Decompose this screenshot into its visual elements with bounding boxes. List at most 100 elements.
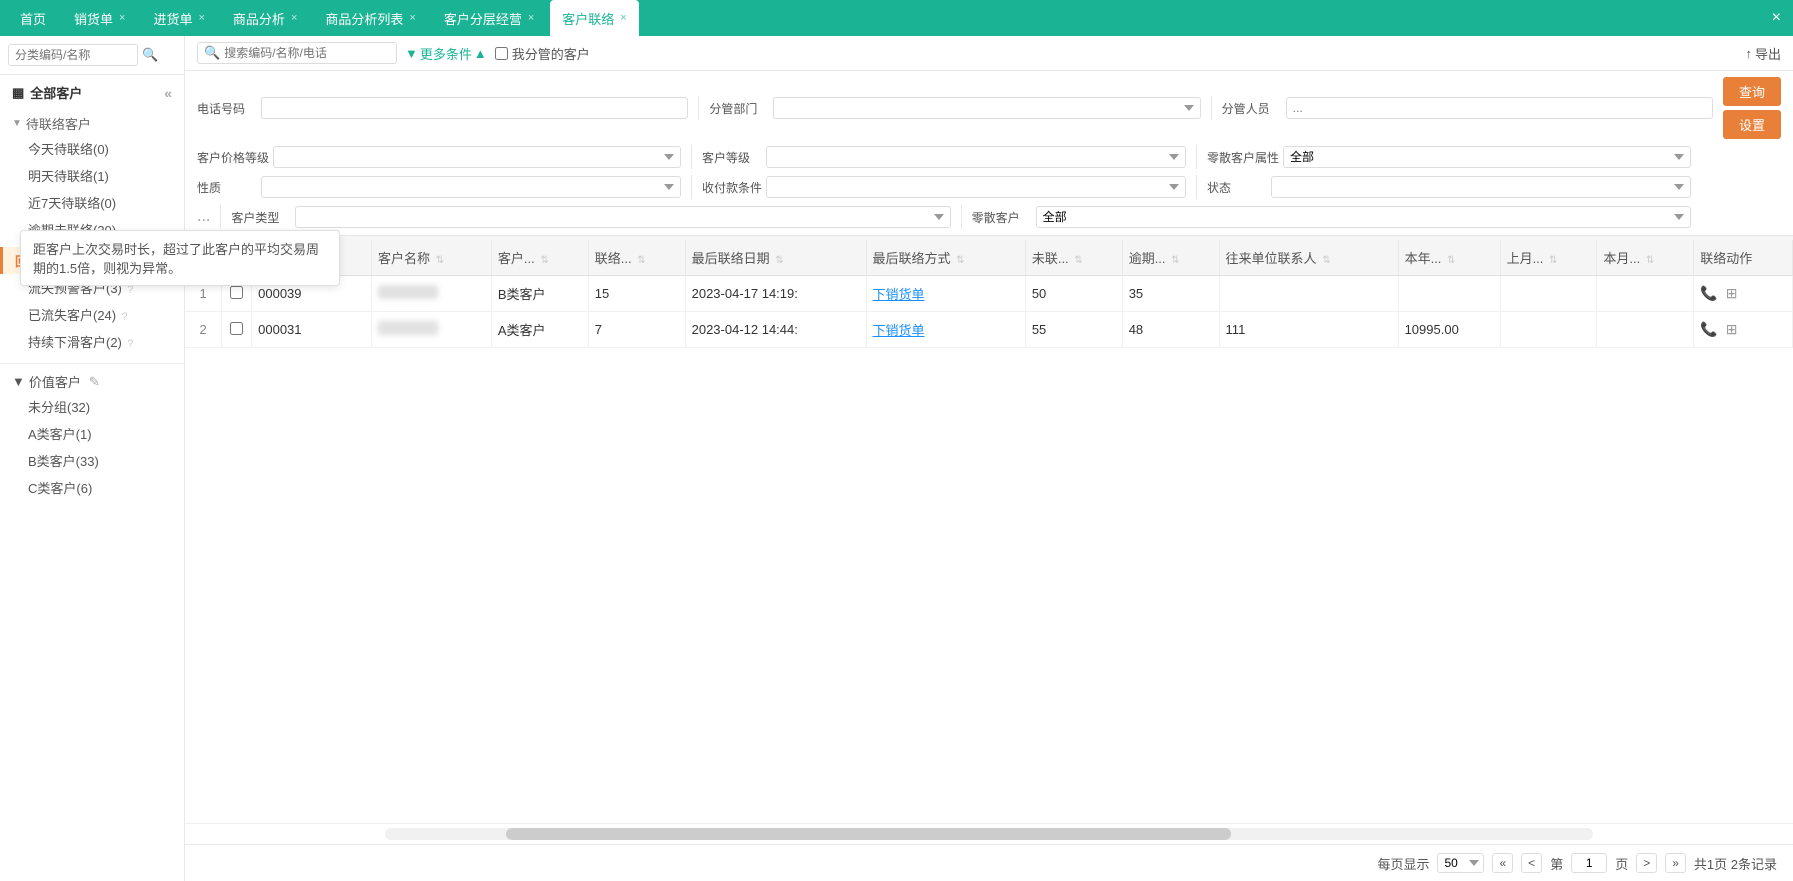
sidebar-item-a-class[interactable]: A类客户(1) (0, 420, 184, 447)
nav-tab-home[interactable]: 首页 (8, 0, 58, 36)
last-method-link[interactable]: 下销货单 (873, 287, 925, 302)
row-checkbox[interactable] (230, 322, 243, 335)
sort-contact-person-icon[interactable]: ⇅ (1322, 255, 1330, 266)
th-level[interactable]: 客户... ⇅ (491, 240, 588, 276)
edit-icon[interactable]: ✎ (89, 374, 100, 390)
sidebar-search-input[interactable] (8, 44, 138, 66)
sidebar-item-7days[interactable]: 近7天待联络(0) (0, 189, 184, 216)
retail-attr-select[interactable]: 全部 (1283, 146, 1691, 168)
th-name[interactable]: 客户名称 ⇅ (372, 240, 492, 276)
close-analysis-icon[interactable]: × (291, 12, 297, 24)
person-input[interactable] (1286, 97, 1713, 119)
divider6 (1196, 175, 1197, 199)
sidebar-search-icon[interactable]: 🔍 (142, 47, 158, 63)
cell-last-method[interactable]: 下销货单 (866, 312, 1025, 348)
page-input[interactable] (1571, 853, 1607, 873)
filter-row-3: 性质 收付款条件 状态 (197, 175, 1781, 199)
sort-uncontacted-icon[interactable]: ⇅ (1074, 255, 1082, 266)
sidebar-item-declining[interactable]: 持续下滑客户(2) ? (0, 328, 184, 355)
grid-action-icon[interactable]: ⊞ (1726, 285, 1738, 302)
sidebar-item-ungroup[interactable]: 未分组(32) (0, 393, 184, 420)
value-group-arrow: ▼ (12, 374, 25, 389)
horizontal-scrollbar[interactable] (385, 828, 1593, 840)
horizontal-scrollbar-thumb[interactable] (506, 828, 1231, 840)
last-page-btn[interactable]: » (1665, 853, 1686, 873)
cell-last-method[interactable]: 下销货单 (866, 276, 1025, 312)
row-checkbox[interactable] (230, 286, 243, 299)
phone-field: 电话号码 (197, 97, 688, 119)
nav-tab-analysis[interactable]: 商品分析 × (221, 0, 309, 36)
page-size-select[interactable]: 50 100 (1437, 853, 1484, 873)
nav-tab-customer-contact[interactable]: 客户联络 × (550, 0, 638, 36)
sort-last-month-icon[interactable]: ⇅ (1549, 255, 1557, 266)
more-conditions-btn[interactable]: ▼ 更多条件 ▲ (405, 44, 487, 63)
close-purchase-icon[interactable]: × (198, 12, 204, 24)
phone-action-icon[interactable]: 📞 (1700, 321, 1717, 338)
phone-action-icon[interactable]: 📞 (1700, 285, 1717, 302)
settings-btn[interactable]: 设置 (1723, 110, 1781, 139)
grid-action-icon[interactable]: ⊞ (1726, 321, 1738, 338)
my-customers-check[interactable] (495, 47, 508, 60)
th-uncontacted[interactable]: 未联... ⇅ (1025, 240, 1122, 276)
sort-last-date-icon[interactable]: ⇅ (775, 255, 783, 266)
sidebar-item-churned[interactable]: 已流失客户(24) ? (0, 301, 184, 328)
sort-this-month-icon[interactable]: ⇅ (1646, 255, 1654, 266)
close-analysis-list-icon[interactable]: × (409, 12, 415, 24)
sidebar-item-b-class[interactable]: B类客户(33) (0, 447, 184, 474)
th-last-month[interactable]: 上月... ⇅ (1500, 240, 1597, 276)
th-overdue[interactable]: 逾期... ⇅ (1122, 240, 1219, 276)
query-btn[interactable]: 查询 (1723, 77, 1781, 106)
th-this-month[interactable]: 本月... ⇅ (1597, 240, 1694, 276)
nav-tab-sales[interactable]: 销货单 × (62, 0, 137, 36)
sort-overdue-icon[interactable]: ⇅ (1171, 255, 1179, 266)
cell-overdue: 35 (1122, 276, 1219, 312)
dept-select[interactable] (773, 97, 1200, 119)
phone-input[interactable] (261, 97, 688, 119)
sidebar-collapse-btn[interactable]: « (164, 85, 172, 101)
th-this-year[interactable]: 本年... ⇅ (1398, 240, 1500, 276)
nav-tab-analysis-list[interactable]: 商品分析列表 × (313, 0, 427, 36)
last-method-link[interactable]: 下销货单 (873, 323, 925, 338)
export-btn[interactable]: ↑ 导出 (1745, 44, 1781, 63)
sidebar-item-c-class[interactable]: C类客户(6) (0, 474, 184, 501)
sort-contact-count-icon[interactable]: ⇅ (637, 255, 645, 266)
customer-level-select[interactable] (766, 146, 1186, 168)
nav-tab-purchase[interactable]: 进货单 × (141, 0, 216, 36)
sort-name-icon[interactable]: ⇅ (436, 255, 444, 266)
gender-select[interactable] (261, 176, 681, 198)
cell-action: 📞 ⊞ (1694, 312, 1793, 348)
th-last-contact-date[interactable]: 最后联络日期 ⇅ (685, 240, 866, 276)
prev-page-btn[interactable]: < (1521, 853, 1542, 873)
question-icon-declining[interactable]: ? (127, 338, 133, 350)
sidebar-item-today[interactable]: 今天待联络(0) (0, 135, 184, 162)
nav-tab-customer-segment[interactable]: 客户分层经营 × (432, 0, 546, 36)
payment-terms-select[interactable] (766, 176, 1186, 198)
retail-customer-select[interactable]: 全部 (1036, 206, 1691, 228)
sort-this-year-icon[interactable]: ⇅ (1447, 255, 1455, 266)
th-contact-count[interactable]: 联络... ⇅ (588, 240, 685, 276)
customer-type-select[interactable] (295, 206, 950, 228)
cell-checkbox[interactable] (222, 312, 252, 348)
status-select[interactable] (1271, 176, 1691, 198)
col-label-name: 客户名称 (378, 251, 430, 266)
th-contact-person[interactable]: 往来单位联系人 ⇅ (1219, 240, 1398, 276)
customer-table: ⚙ 客户编码 ⇅ 客户名称 ⇅ (185, 240, 1793, 348)
close-all-tabs[interactable]: × (1772, 9, 1781, 27)
close-customer-contact-icon[interactable]: × (620, 12, 626, 24)
filter-icon: ▼ (405, 46, 418, 61)
close-sales-icon[interactable]: × (119, 12, 125, 24)
first-page-btn[interactable]: « (1492, 853, 1513, 873)
cell-last-month (1500, 276, 1597, 312)
divider4 (1196, 145, 1197, 169)
next-page-btn[interactable]: > (1636, 853, 1657, 873)
main-search-input[interactable] (224, 46, 384, 60)
sort-last-method-icon[interactable]: ⇅ (956, 255, 964, 266)
price-level-select[interactable] (273, 146, 681, 168)
my-customers-checkbox[interactable]: 我分管的客户 (495, 44, 590, 63)
sidebar-item-tomorrow[interactable]: 明天待联络(1) (0, 162, 184, 189)
sort-level-icon[interactable]: ⇅ (540, 255, 548, 266)
more-dots[interactable]: ... (197, 208, 210, 226)
question-icon-churned[interactable]: ? (121, 311, 127, 323)
close-customer-segment-icon[interactable]: × (528, 12, 534, 24)
th-last-contact-method[interactable]: 最后联络方式 ⇅ (866, 240, 1025, 276)
